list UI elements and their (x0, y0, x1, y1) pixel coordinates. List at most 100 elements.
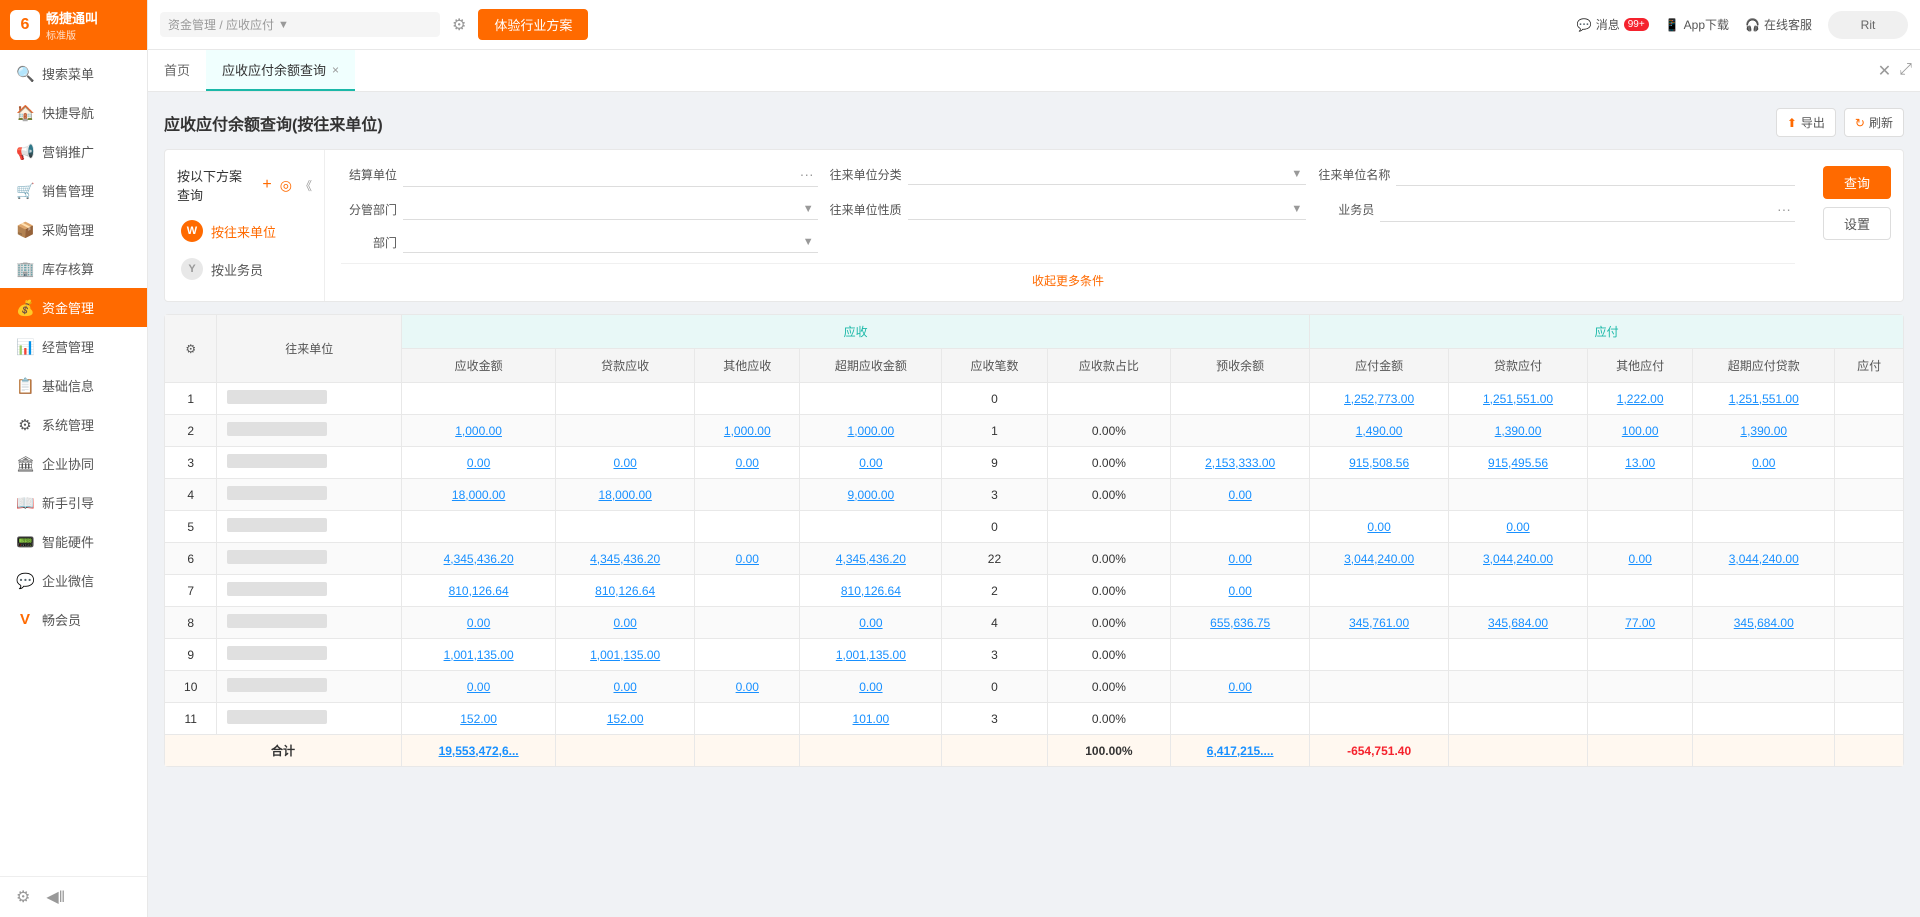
export-button[interactable]: ⬆ 导出 (1776, 108, 1836, 137)
message-action[interactable]: 💬 消息 99+ (1577, 16, 1649, 33)
unit-nature-select[interactable]: ▼ (908, 199, 1307, 220)
table-cell-num[interactable]: 1,490.00 (1310, 415, 1449, 447)
table-cell-num[interactable]: 810,126.64 (402, 575, 556, 607)
table-cell-num[interactable]: 152.00 (402, 703, 556, 735)
table-cell-num[interactable]: 2,153,333.00 (1171, 447, 1310, 479)
collapse-more-btn[interactable]: 收起更多条件 (1032, 274, 1104, 288)
tab-home[interactable]: 首页 (148, 50, 206, 91)
table-cell-num[interactable]: 0.00 (1449, 511, 1588, 543)
table-cell-num[interactable]: 1,390.00 (1693, 415, 1835, 447)
query-button[interactable]: 查询 (1823, 166, 1891, 199)
query-option-by-staff[interactable]: Y 按业务员 (165, 250, 324, 288)
table-cell-num[interactable]: 0.00 (800, 447, 942, 479)
collapse-filter-icon[interactable]: 《 (300, 177, 312, 194)
staff-input[interactable]: ··· (1380, 197, 1795, 222)
sidebar-item-sales[interactable]: 🛒销售管理 (0, 171, 147, 210)
table-cell-num[interactable]: 1,001,135.00 (556, 639, 695, 671)
table-cell-num[interactable]: 1,001,135.00 (402, 639, 556, 671)
table-cell-num[interactable]: 345,761.00 (1310, 607, 1449, 639)
settlement-unit-input[interactable]: ··· (403, 162, 818, 187)
table-cell-num[interactable]: 0.00 (695, 447, 800, 479)
collapse-icon[interactable]: ◀‖ (46, 887, 65, 907)
sidebar-item-quick-nav[interactable]: 🏠快捷导航 (0, 93, 147, 132)
table-cell-num[interactable]: 345,684.00 (1449, 607, 1588, 639)
table-cell-num[interactable]: 152.00 (556, 703, 695, 735)
table-cell-num[interactable]: 9,000.00 (800, 479, 942, 511)
table-cell-num[interactable]: 0.00 (402, 447, 556, 479)
table-cell-num[interactable]: 0.00 (800, 607, 942, 639)
refresh-button[interactable]: ↻ 刷新 (1844, 108, 1904, 137)
sidebar-item-wechat[interactable]: 💬企业微信 (0, 561, 147, 600)
close-window-icon[interactable]: ✕ (1878, 61, 1891, 81)
table-cell-num[interactable]: 810,126.64 (556, 575, 695, 607)
settings-bottom-icon[interactable]: ⚙ (16, 887, 30, 907)
sidebar-item-enterprise[interactable]: 🏛企业协同 (0, 444, 147, 483)
table-cell-num[interactable]: 101.00 (800, 703, 942, 735)
add-filter-icon[interactable]: + (262, 176, 271, 194)
table-cell-num[interactable]: 1,000.00 (695, 415, 800, 447)
sidebar-item-guide[interactable]: 📖新手引导 (0, 483, 147, 522)
settings-button[interactable]: 设置 (1823, 207, 1891, 240)
sidebar-item-member[interactable]: V畅会员 (0, 600, 147, 639)
table-settings-header[interactable]: ⚙ (165, 315, 217, 383)
sidebar-item-hardware[interactable]: 📟智能硬件 (0, 522, 147, 561)
trial-button[interactable]: 体验行业方案 (478, 9, 588, 40)
table-cell-num[interactable]: 0.00 (1588, 543, 1693, 575)
settings-icon[interactable]: ⚙ (448, 11, 470, 39)
table-cell-num[interactable]: 0.00 (556, 607, 695, 639)
expand-window-icon[interactable]: ⤢ (1899, 61, 1912, 81)
table-cell-num[interactable]: 18,000.00 (402, 479, 556, 511)
unit-name-input[interactable] (1396, 163, 1795, 186)
table-cell-num[interactable]: 0.00 (556, 671, 695, 703)
table-cell-num[interactable]: 0.00 (402, 607, 556, 639)
table-cell-num[interactable]: 0.00 (1171, 479, 1310, 511)
tab-close-icon[interactable]: × (332, 63, 339, 77)
department-select[interactable]: ▼ (403, 232, 818, 253)
app-download-action[interactable]: 📱 App下载 (1665, 16, 1729, 33)
table-cell-num[interactable]: 3,044,240.00 (1693, 543, 1835, 575)
query-option-by-unit[interactable]: W 按往来单位 (165, 212, 324, 250)
table-cell-num[interactable]: 0.00 (1693, 447, 1835, 479)
table-cell-num[interactable]: 1,000.00 (800, 415, 942, 447)
table-cell-num[interactable]: 1,251,551.00 (1693, 383, 1835, 415)
table-cell-num[interactable]: 810,126.64 (800, 575, 942, 607)
tab-ar-ap[interactable]: 应收应付余额查询 × (206, 50, 355, 91)
table-cell-num[interactable]: 0.00 (695, 543, 800, 575)
service-action[interactable]: 🎧 在线客服 (1745, 16, 1812, 33)
table-cell-num[interactable]: 4,345,436.20 (402, 543, 556, 575)
table-cell-num[interactable]: 0.00 (402, 671, 556, 703)
table-cell-num[interactable]: 1,001,135.00 (800, 639, 942, 671)
table-cell-num[interactable]: 1,000.00 (402, 415, 556, 447)
table-cell-num[interactable]: 0.00 (1171, 671, 1310, 703)
table-cell-num[interactable]: 0.00 (1171, 575, 1310, 607)
table-cell-num[interactable]: 1,251,551.00 (1449, 383, 1588, 415)
sidebar-item-inventory[interactable]: 🏢库存核算 (0, 249, 147, 288)
sidebar-item-business[interactable]: 📊经营管理 (0, 327, 147, 366)
footer-ar-amount[interactable]: 19,553,472,6... (402, 735, 556, 767)
table-cell-num[interactable]: 0.00 (1171, 543, 1310, 575)
sidebar-item-search[interactable]: 🔍搜索菜单 (0, 54, 147, 93)
sidebar-item-system[interactable]: ⚙系统管理 (0, 405, 147, 444)
table-cell-num[interactable]: 3,044,240.00 (1449, 543, 1588, 575)
table-cell-num[interactable]: 915,508.56 (1310, 447, 1449, 479)
table-cell-num[interactable]: 1,252,773.00 (1310, 383, 1449, 415)
footer-prepay[interactable]: 6,417,215.... (1171, 735, 1310, 767)
table-cell-num[interactable]: 0.00 (800, 671, 942, 703)
table-cell-num[interactable]: 655,636.75 (1171, 607, 1310, 639)
sidebar-item-purchase[interactable]: 📦采购管理 (0, 210, 147, 249)
table-cell-num[interactable]: 3,044,240.00 (1310, 543, 1449, 575)
table-cell-num[interactable]: 1,390.00 (1449, 415, 1588, 447)
user-avatar[interactable]: Rit (1828, 11, 1908, 39)
table-cell-num[interactable]: 4,345,436.20 (800, 543, 942, 575)
table-cell-num[interactable]: 915,495.56 (1449, 447, 1588, 479)
sidebar-item-marketing[interactable]: 📢营销推广 (0, 132, 147, 171)
table-cell-num[interactable]: 100.00 (1588, 415, 1693, 447)
circle-settings-icon[interactable]: ◎ (280, 177, 292, 194)
unit-category-select[interactable]: ▼ (908, 164, 1307, 185)
table-cell-num[interactable]: 0.00 (1310, 511, 1449, 543)
table-cell-num[interactable]: 0.00 (695, 671, 800, 703)
table-cell-num[interactable]: 0.00 (556, 447, 695, 479)
sidebar-item-capital[interactable]: 💰资金管理 (0, 288, 147, 327)
dept-select[interactable]: ▼ (403, 199, 818, 220)
table-cell-num[interactable]: 13.00 (1588, 447, 1693, 479)
